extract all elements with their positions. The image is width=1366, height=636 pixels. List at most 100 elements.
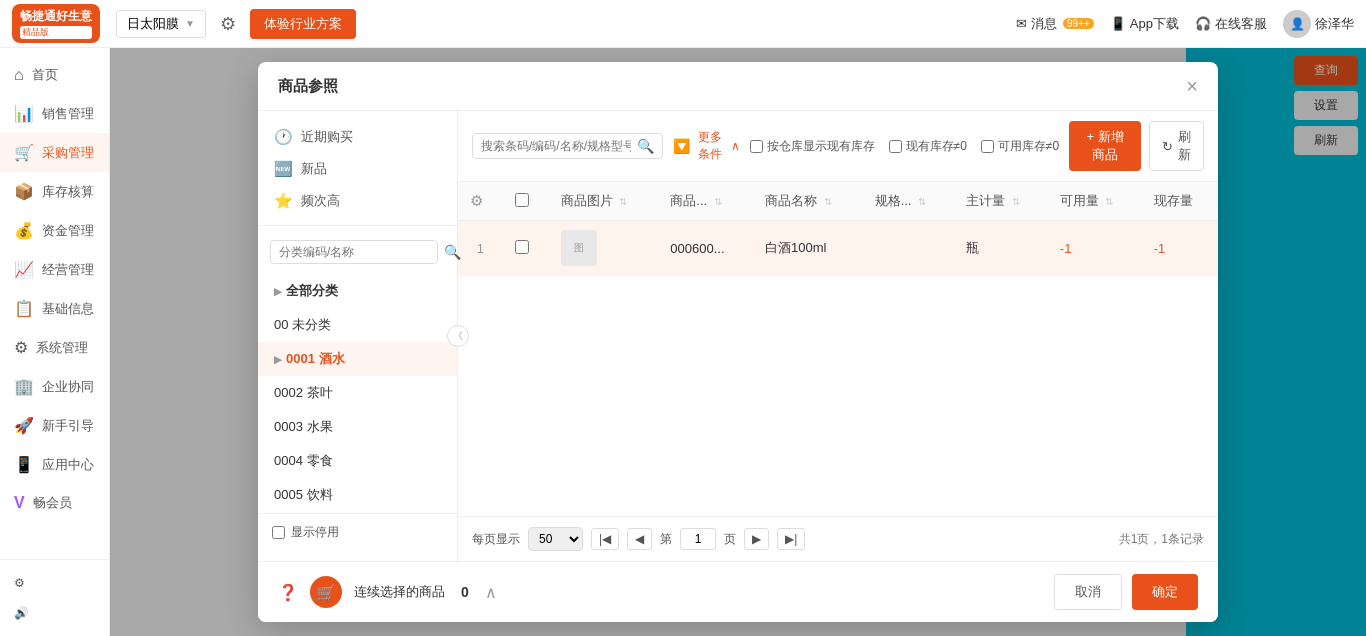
first-page-button[interactable]: |◀ [591,528,619,550]
refresh-label: 刷新 [1177,128,1191,164]
message-icon: ✉ [1016,16,1027,31]
cat-item-drinks[interactable]: 0005 饮料 [258,478,457,512]
notification-badge: 99++ [1063,18,1094,29]
notification-item[interactable]: ✉ 消息 99++ [1016,15,1094,33]
gear-icon[interactable]: ⚙ [470,192,483,209]
sidebar-item-apps[interactable]: 📱 应用中心 [0,445,109,484]
sidebar: ⌂ 首页 📊 销售管理 🛒 采购管理 📦 库存核算 💰 资金管理 📈 经营管理 … [0,48,110,636]
sidebar-item-guide[interactable]: 🚀 新手引导 [0,406,109,445]
row-image-cell: 图 [549,221,659,276]
enterprise-icon: 🏢 [14,377,34,396]
settings-button[interactable]: ⚙ [214,7,242,41]
filter-by-warehouse[interactable]: 按仓库显示现有库存 [750,138,875,155]
category-search-icon[interactable]: 🔍 [444,244,461,260]
filter-nonzero-available[interactable]: 可用库存≠0 [981,138,1059,155]
collapse-icon[interactable]: ∧ [485,583,497,602]
th-name[interactable]: 商品名称 ⇅ [753,182,863,221]
filter-current-checkbox[interactable] [889,140,902,153]
sidebar-label-apps: 应用中心 [42,456,94,474]
th-spec[interactable]: 规格... ⇅ [863,182,954,221]
nav-selector[interactable]: 日太阳膜 ▼ [116,10,206,38]
table-row[interactable]: 1 图 000600... 白酒100ml 瓶 -1 -1 [458,221,1218,276]
sales-icon: 📊 [14,104,34,123]
logo-badge: 精品版 [20,26,92,39]
sidebar-item-home[interactable]: ⌂ 首页 [0,56,109,94]
collapse-category-button[interactable]: 《 [447,325,469,347]
product-search-box: 🔍 [472,133,663,159]
row-name: 白酒100ml [753,221,863,276]
sidebar-item-finance[interactable]: 💰 资金管理 [0,211,109,250]
cart-count: 0 [461,584,469,600]
product-search-input[interactable] [481,139,631,153]
filter-nonzero-current[interactable]: 现有库存≠0 [889,138,967,155]
per-page-select[interactable]: 50 100 [528,527,583,551]
sidebar-item-basic[interactable]: 📋 基础信息 [0,289,109,328]
page-input[interactable] [680,528,716,550]
th-code[interactable]: 商品... ⇅ [658,182,753,221]
cat-item-liquor[interactable]: ▶ 0001 酒水 [258,342,457,376]
row-current: -1 [1142,221,1218,276]
sidebar-volume-btn[interactable]: 🔊 [0,598,109,628]
cart-icon-button[interactable]: 🛒 [310,576,342,608]
products-table: ⚙ 商品图片 ⇅ 商品... ⇅ 商品名称 ⇅ 规格... ⇅ 主计量 ⇅ 可用… [458,182,1218,276]
add-product-button[interactable]: + 新增商品 [1069,121,1141,171]
headset-icon: 🎧 [1195,16,1211,31]
online-service-label: 在线客服 [1215,15,1267,33]
cat-label-uncategorized: 00 未分类 [274,316,331,334]
sidebar-item-operation[interactable]: 📈 经营管理 [0,250,109,289]
th-unit[interactable]: 主计量 ⇅ [954,182,1048,221]
confirm-button[interactable]: 确定 [1132,574,1198,610]
shortcut-new[interactable]: 🆕 新品 [258,153,457,185]
filter-warehouse-checkbox[interactable] [750,140,763,153]
cat-item-all[interactable]: ▶ 全部分类 [258,274,457,308]
shortcut-recent[interactable]: 🕐 近期购买 [258,121,457,153]
sidebar-item-system[interactable]: ⚙ 系统管理 [0,328,109,367]
sidebar-label-inventory: 库存核算 [42,183,94,201]
modal-header: 商品参照 × [258,62,1218,111]
product-table[interactable]: ⚙ 商品图片 ⇅ 商品... ⇅ 商品名称 ⇅ 规格... ⇅ 主计量 ⇅ 可用… [458,182,1218,516]
inventory-icon: 📦 [14,182,34,201]
product-search-icon[interactable]: 🔍 [637,138,654,154]
sort-arrows-code: ⇅ [714,196,722,207]
th-image[interactable]: 商品图片 ⇅ [549,182,659,221]
sort-arrows-image: ⇅ [619,196,627,207]
online-service-item[interactable]: 🎧 在线客服 [1195,15,1267,33]
trial-button[interactable]: 体验行业方案 [250,9,356,39]
prev-page-button[interactable]: ◀ [627,528,652,550]
nav-right: ✉ 消息 99++ 📱 App下载 🎧 在线客服 👤 徐泽华 [1016,10,1354,38]
row-checkbox[interactable] [515,240,529,254]
select-all-checkbox[interactable] [515,193,529,207]
th-available[interactable]: 可用量 ⇅ [1048,182,1142,221]
last-page-button[interactable]: ▶| [777,528,805,550]
sidebar-item-purchase[interactable]: 🛒 采购管理 [0,133,109,172]
cat-item-fruit[interactable]: 0003 水果 [258,410,457,444]
modal-close-button[interactable]: × [1186,76,1198,96]
sidebar-item-enterprise[interactable]: 🏢 企业协同 [0,367,109,406]
filter-available-checkbox[interactable] [981,140,994,153]
user-item[interactable]: 👤 徐泽华 [1283,10,1354,38]
sidebar-label-finance: 资金管理 [42,222,94,240]
per-page-label: 每页显示 [472,531,520,548]
sidebar-item-sales[interactable]: 📊 销售管理 [0,94,109,133]
sidebar-item-inventory[interactable]: 📦 库存核算 [0,172,109,211]
refresh-button[interactable]: ↻ 刷新 [1149,121,1204,171]
sidebar-settings-btn[interactable]: ⚙ [0,568,109,598]
cancel-button[interactable]: 取消 [1054,574,1122,610]
cat-item-uncategorized[interactable]: 00 未分类 [258,308,457,342]
cat-item-snacks[interactable]: 0004 零食 [258,444,457,478]
app-download-item[interactable]: 📱 App下载 [1110,15,1179,33]
row-code: 000600... [658,221,753,276]
show-disabled-checkbox[interactable] [272,526,285,539]
cat-item-tea[interactable]: 0002 茶叶 [258,376,457,410]
more-filter-button[interactable]: 🔽 更多条件 ∧ [673,129,740,163]
shortcut-frequent[interactable]: ⭐ 频次高 [258,185,457,217]
footer-right: 取消 确定 [1054,574,1198,610]
sidebar-item-member[interactable]: V 畅会员 [0,484,109,522]
th-gear[interactable]: ⚙ [458,182,503,221]
cat-label-all: 全部分类 [286,282,338,300]
category-search-input[interactable] [270,240,438,264]
next-page-button[interactable]: ▶ [744,528,769,550]
category-list: ▶ 全部分类 00 未分类 ▶ 0001 酒水 0002 茶 [258,270,457,513]
basic-icon: 📋 [14,299,34,318]
help-icon[interactable]: ❓ [278,583,298,602]
